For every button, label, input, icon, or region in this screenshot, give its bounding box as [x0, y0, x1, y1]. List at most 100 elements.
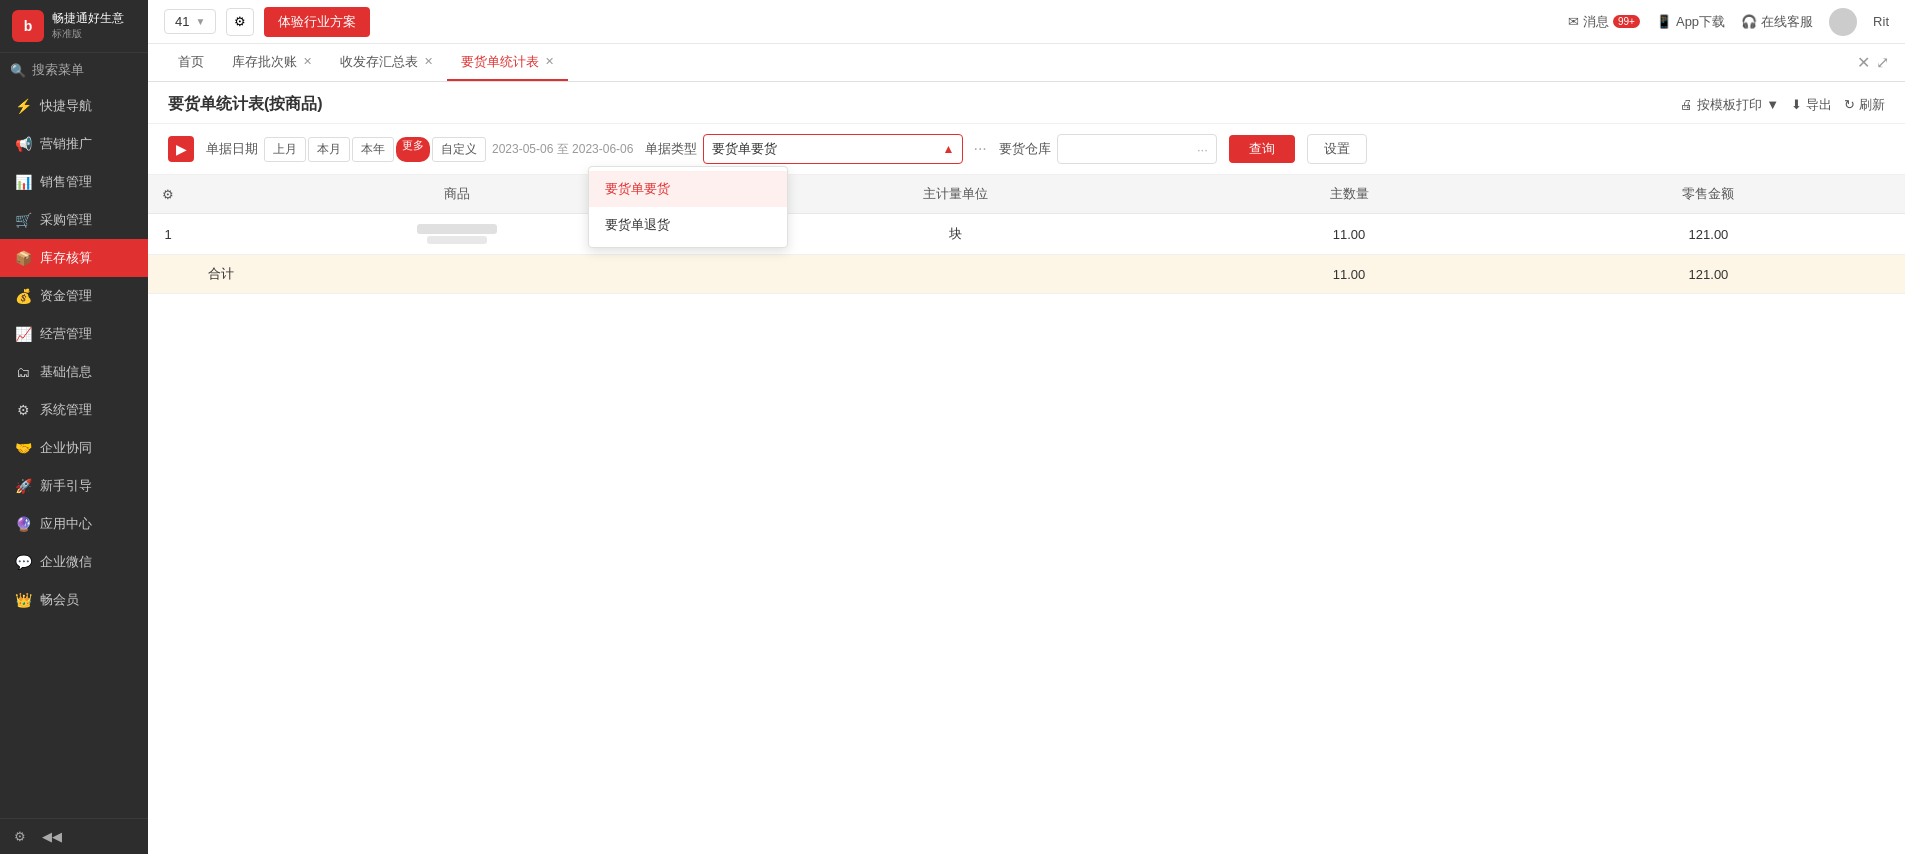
this-year-button[interactable]: 本年	[352, 137, 394, 162]
warehouse-filter-group: 要货仓库 ···	[999, 134, 1217, 164]
service-icon: 🎧	[1741, 14, 1757, 29]
sidebar-item-inventory[interactable]: 📦 库存核算	[0, 239, 148, 277]
type-select[interactable]: 要货单要货 ▲	[703, 134, 963, 164]
tab-close-demand-summary[interactable]: ✕	[545, 55, 554, 68]
store-selector[interactable]: 41 ▼	[164, 9, 216, 34]
nav-label-marketing: 营销推广	[40, 135, 92, 153]
tab-close-inventory-batch[interactable]: ✕	[303, 55, 312, 68]
row-unit: 块	[726, 214, 1186, 255]
content-wrapper: 要货单统计表(按商品) 🖨 按模板打印 ▼ ⬇ 导出 ↻ 刷新	[148, 82, 1905, 854]
sidebar-footer: ⚙ ◀◀	[0, 818, 148, 854]
warehouse-filter-label: 要货仓库	[999, 140, 1051, 158]
last-month-button[interactable]: 上月	[264, 137, 306, 162]
col-amount-header: 零售金额	[1512, 175, 1905, 214]
sidebar-item-quick-nav[interactable]: ⚡ 快捷导航	[0, 87, 148, 125]
dropdown-item-demand-order[interactable]: 要货单要货	[589, 171, 787, 207]
product-name-placeholder	[417, 224, 497, 234]
sidebar-search[interactable]: 🔍 搜索菜单	[0, 53, 148, 87]
nav-icon-quick-nav: ⚡	[14, 98, 32, 114]
tab-home[interactable]: 首页	[164, 45, 218, 81]
print-button[interactable]: 🖨 按模板打印 ▼	[1680, 96, 1779, 114]
type-dropdown-menu: 要货单要货 要货单退货	[588, 166, 788, 248]
nav-icon-enterprise: 🤝	[14, 440, 32, 456]
industry-solution-button[interactable]: 体验行业方案	[264, 7, 370, 37]
custom-date-button[interactable]: 自定义	[432, 137, 486, 162]
warehouse-more-icon: ···	[1197, 142, 1208, 157]
sidebar-item-marketing[interactable]: 📢 营销推广	[0, 125, 148, 163]
nav-icon-base: 🗂	[14, 364, 32, 380]
data-table: ⚙ 商品 主计量单位 主数量 零售金额 1 块 11.00	[148, 175, 1905, 294]
search-icon: 🔍	[10, 63, 26, 78]
tab-inventory-batch[interactable]: 库存批次账 ✕	[218, 45, 326, 81]
type-filter-label: 单据类型	[645, 140, 697, 158]
refresh-button[interactable]: ↻ 刷新	[1844, 96, 1885, 114]
tab-label-home: 首页	[178, 53, 204, 71]
logo-icon: b	[12, 10, 44, 42]
nav-icon-system: ⚙	[14, 402, 32, 418]
notification-icon: ✉	[1568, 14, 1579, 29]
online-service-button[interactable]: 🎧 在线客服	[1741, 13, 1813, 31]
filter-settings-button[interactable]: 设置	[1307, 134, 1367, 164]
sidebar-item-guide[interactable]: 🚀 新手引导	[0, 467, 148, 505]
sidebar-item-system[interactable]: ⚙ 系统管理	[0, 391, 148, 429]
tab-expand-button[interactable]: ⤢	[1876, 53, 1889, 72]
collapse-sidebar-btn[interactable]: ◀◀	[42, 829, 62, 844]
nav-label-sales: 销售管理	[40, 173, 92, 191]
sidebar-item-members[interactable]: 👑 畅会员	[0, 581, 148, 619]
main-area: 41 ▼ ⚙ 体验行业方案 ✉ 消息 99+ 📱 App下载 🎧 在线客服 Ri…	[148, 0, 1905, 854]
nav-icon-apps: 🔮	[14, 516, 32, 532]
nav-label-system: 系统管理	[40, 401, 92, 419]
page-title-bar: 要货单统计表(按商品) 🖨 按模板打印 ▼ ⬇ 导出 ↻ 刷新	[148, 82, 1905, 123]
tab-demand-summary[interactable]: 要货单统计表 ✕	[447, 45, 568, 81]
nav-label-guide: 新手引导	[40, 477, 92, 495]
sidebar-item-wechat[interactable]: 💬 企业微信	[0, 543, 148, 581]
nav-label-inventory: 库存核算	[40, 249, 92, 267]
sidebar-item-purchase[interactable]: 🛒 采购管理	[0, 201, 148, 239]
type-select-chevron-icon: ▲	[943, 142, 955, 156]
user-avatar[interactable]	[1829, 8, 1857, 36]
notification-button[interactable]: ✉ 消息 99+	[1568, 13, 1640, 31]
tab-expand-buttons: ✕ ⤢	[1857, 53, 1889, 72]
title-actions: 🖨 按模板打印 ▼ ⬇ 导出 ↻ 刷新	[1680, 96, 1885, 114]
this-month-button[interactable]: 本月	[308, 137, 350, 162]
nav-label-quick-nav: 快捷导航	[40, 97, 92, 115]
sidebar-item-apps[interactable]: 🔮 应用中心	[0, 505, 148, 543]
tab-minimize-button[interactable]: ✕	[1857, 53, 1870, 72]
nav-icon-sales: 📊	[14, 174, 32, 190]
total-amount: 121.00	[1512, 255, 1905, 294]
table-wrapper: ⚙ 商品 主计量单位 主数量 零售金额 1 块 11.00	[148, 175, 1905, 294]
date-filter-group: 单据日期 上月 本月 本年 更多 自定义 2023-05-06 至 2023-0…	[206, 137, 633, 162]
more-date-badge[interactable]: 更多	[396, 137, 430, 162]
type-filter-more-icon[interactable]: ···	[973, 140, 986, 158]
sidebar-item-operations[interactable]: 📈 经营管理	[0, 315, 148, 353]
sidebar-item-finance[interactable]: 💰 资金管理	[0, 277, 148, 315]
col-quantity-header: 主数量	[1186, 175, 1512, 214]
filter-bar: ▶ 单据日期 上月 本月 本年 更多 自定义 2023-05-06 至 2023…	[148, 123, 1905, 175]
page-title: 要货单统计表(按商品)	[168, 94, 323, 115]
nav-icon-purchase: 🛒	[14, 212, 32, 228]
app-download-button[interactable]: 📱 App下载	[1656, 13, 1725, 31]
nav-icon-inventory: 📦	[14, 250, 32, 266]
table-row: 1 块 11.00 121.00	[148, 214, 1905, 255]
export-icon: ⬇	[1791, 97, 1802, 112]
top-header: 41 ▼ ⚙ 体验行业方案 ✉ 消息 99+ 📱 App下载 🎧 在线客服 Ri…	[148, 0, 1905, 44]
total-label: 合计	[188, 255, 726, 294]
print-icon: 🖨	[1680, 97, 1693, 112]
tab-close-receive-summary[interactable]: ✕	[424, 55, 433, 68]
sidebar-item-enterprise[interactable]: 🤝 企业协同	[0, 429, 148, 467]
tab-receive-summary[interactable]: 收发存汇总表 ✕	[326, 45, 447, 81]
tabs-container: 首页库存批次账 ✕收发存汇总表 ✕要货单统计表 ✕	[164, 45, 1857, 81]
type-dropdown: 要货单要货 要货单退货	[588, 166, 788, 248]
export-button[interactable]: ⬇ 导出	[1791, 96, 1832, 114]
sidebar-item-sales[interactable]: 📊 销售管理	[0, 163, 148, 201]
dropdown-item-demand-return[interactable]: 要货单退货	[589, 207, 787, 243]
warehouse-select[interactable]: ···	[1057, 134, 1217, 164]
settings-footer-icon[interactable]: ⚙	[14, 829, 26, 844]
sidebar-item-base[interactable]: 🗂 基础信息	[0, 353, 148, 391]
query-button[interactable]: 查询	[1229, 135, 1295, 163]
filter-expand-button[interactable]: ▶	[168, 136, 194, 162]
header-left: 41 ▼ ⚙ 体验行业方案	[164, 7, 370, 37]
col-settings-header[interactable]: ⚙	[148, 175, 188, 214]
header-gear-button[interactable]: ⚙	[226, 8, 254, 36]
nav-label-members: 畅会员	[40, 591, 79, 609]
